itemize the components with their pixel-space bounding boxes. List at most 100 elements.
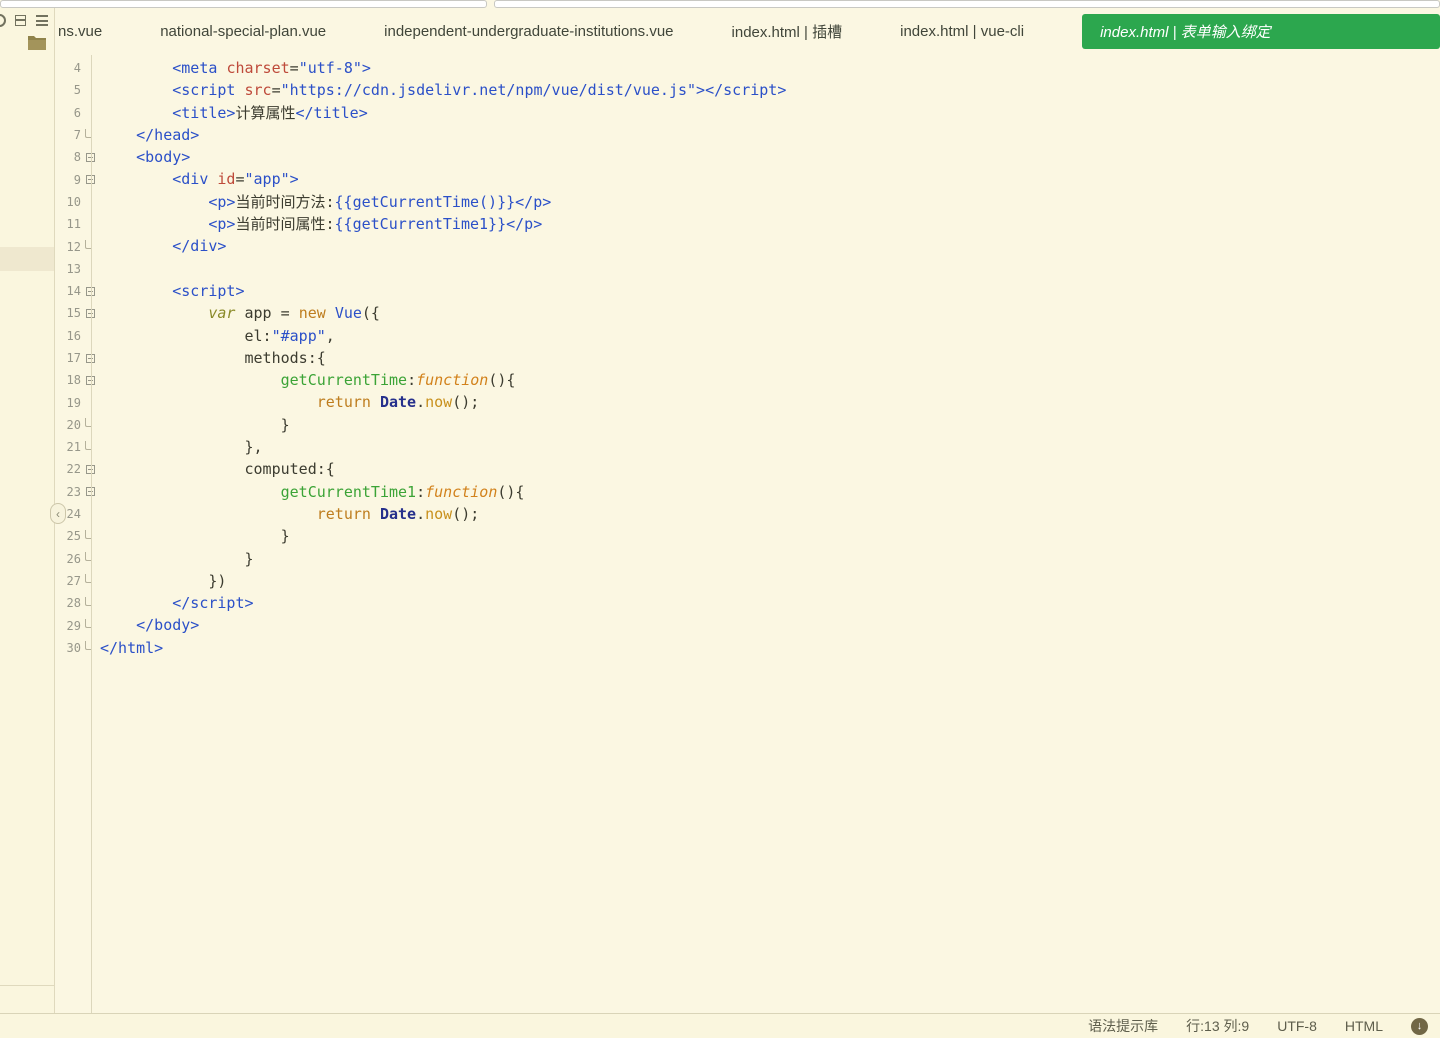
code-line[interactable]: 28 </script> <box>55 592 1440 614</box>
update-download-icon[interactable]: ↓ <box>1411 1017 1428 1035</box>
code-text: <body> <box>136 148 191 167</box>
line-number: 5 <box>73 83 81 98</box>
sidebar-selected-row[interactable] <box>0 247 54 271</box>
editor-tab-3[interactable]: index.html | 插槽 <box>732 21 843 42</box>
sidebar-divider <box>0 985 54 986</box>
code-text: return Date.now(); <box>316 393 480 412</box>
code-line[interactable]: 22 computed:{ <box>55 458 1440 480</box>
code-text: getCurrentTime:function(){ <box>280 371 516 390</box>
code-line[interactable]: 14 <script> <box>55 280 1440 302</box>
line-number: 15 <box>66 306 81 321</box>
gutter-separator-line <box>91 55 92 1013</box>
code-text: <meta charset="utf-8"> <box>172 59 371 77</box>
code-line[interactable]: 8 <body> <box>55 146 1440 168</box>
code-text: <div id="app"> <box>172 170 299 189</box>
cursor-position-status[interactable]: 行:13 列:9 <box>1186 1016 1249 1036</box>
code-text: } <box>100 527 290 546</box>
clipped-circle-icon[interactable] <box>0 14 6 27</box>
code-text: </script> <box>172 594 254 613</box>
code-line[interactable]: 20 } <box>55 414 1440 436</box>
code-line[interactable]: 9 <div id="app"> <box>55 168 1440 190</box>
code-text: }) <box>100 571 227 590</box>
syntax-library-status[interactable]: 语法提示库 <box>1088 1016 1158 1036</box>
line-number: 9 <box>73 172 81 187</box>
line-number: 16 <box>66 328 81 343</box>
editor-tab-1[interactable]: national-special-plan.vue <box>160 23 326 40</box>
code-text: } <box>100 549 254 568</box>
code-text: computed:{ <box>100 460 335 479</box>
line-number: 21 <box>66 440 81 455</box>
code-line[interactable]: 21 }, <box>55 436 1440 458</box>
line-number: 29 <box>66 618 81 633</box>
line-number: 12 <box>66 239 81 254</box>
sidebar-toolbar <box>0 12 55 34</box>
line-number: 20 <box>66 417 81 432</box>
line-number: 28 <box>66 596 81 611</box>
line-number: 30 <box>66 640 81 655</box>
language-mode-status[interactable]: HTML <box>1345 1018 1383 1034</box>
code-text: <p>当前时间属性:{{getCurrentTime1}}</p> <box>208 215 543 234</box>
code-line[interactable]: 25 } <box>55 525 1440 547</box>
line-number: 19 <box>66 395 81 410</box>
menu-icon[interactable] <box>36 15 48 26</box>
code-text: } <box>100 415 290 434</box>
code-line[interactable]: 18 getCurrentTime:function(){ <box>55 369 1440 391</box>
code-line[interactable]: 11 <p>当前时间属性:{{getCurrentTime1}}</p> <box>55 213 1440 235</box>
code-text: }, <box>100 438 263 457</box>
code-text: </html> <box>100 638 164 657</box>
code-text: <title>计算属性</title> <box>172 103 368 122</box>
line-number: 10 <box>66 194 81 209</box>
code-text: </div> <box>172 237 227 256</box>
code-text: el:"#app", <box>100 326 335 345</box>
top-strip-bar-right <box>494 0 1440 8</box>
status-bar: 语法提示库 行:13 列:9 UTF-8 HTML ↓ <box>0 1013 1440 1038</box>
line-number: 13 <box>66 261 81 276</box>
code-line[interactable]: 4 <meta charset="utf-8"> <box>55 57 1440 79</box>
encoding-status[interactable]: UTF-8 <box>1277 1018 1317 1034</box>
line-number: 11 <box>66 217 81 232</box>
code-line[interactable]: 6 <title>计算属性</title> <box>55 102 1440 124</box>
code-line[interactable]: 12 </div> <box>55 235 1440 257</box>
code-line[interactable]: 17 methods:{ <box>55 347 1440 369</box>
code-line[interactable]: 24 return Date.now(); <box>55 503 1440 525</box>
code-line[interactable]: 27 }) <box>55 570 1440 592</box>
code-text: </body> <box>136 616 200 635</box>
line-number: 25 <box>66 529 81 544</box>
code-line[interactable]: 29 </body> <box>55 614 1440 636</box>
editor-tab-0[interactable]: ns.vue <box>58 23 102 40</box>
panel-icon[interactable] <box>15 15 26 26</box>
code-text: getCurrentTime1:function(){ <box>280 482 525 501</box>
folder-icon[interactable] <box>27 34 47 56</box>
code-text: <p>当前时间方法:{{getCurrentTime()}}</p> <box>208 192 552 211</box>
line-number: 23 <box>66 484 81 499</box>
code-line[interactable]: 10 <p>当前时间方法:{{getCurrentTime()}}</p> <box>55 191 1440 213</box>
editor-tab-4[interactable]: index.html | vue-cli <box>900 23 1024 40</box>
editor-tab-5[interactable]: index.html | 表单输入绑定 <box>1082 14 1440 49</box>
sidebar <box>0 8 55 1013</box>
code-text: <script> <box>172 281 245 300</box>
code-text: </head> <box>136 125 200 144</box>
code-line[interactable]: 16 el:"#app", <box>55 325 1440 347</box>
top-strip <box>0 0 1440 8</box>
line-number: 26 <box>66 551 81 566</box>
editor-tab-2[interactable]: independent-undergraduate-institutions.v… <box>384 23 673 40</box>
code-line[interactable]: 26 } <box>55 548 1440 570</box>
code-editor[interactable]: 4 <meta charset="utf-8"> 5 <script src="h… <box>55 57 1440 1013</box>
code-line[interactable]: 15 var app = new Vue({ <box>55 302 1440 324</box>
tab-bar: ns.vue national-special-plan.vue independe… <box>55 8 1440 55</box>
code-line[interactable]: 23 getCurrentTime1:function(){ <box>55 481 1440 503</box>
line-number: 22 <box>66 462 81 477</box>
line-number: 17 <box>66 351 81 365</box>
code-line[interactable]: 19 return Date.now(); <box>55 391 1440 413</box>
code-text: methods:{ <box>100 348 326 367</box>
code-text: return Date.now(); <box>316 504 480 523</box>
code-line[interactable]: 7 </head> <box>55 124 1440 146</box>
code-line[interactable]: 13 <box>55 258 1440 280</box>
code-line[interactable]: 5 <script src="https://cdn.jsdelivr.net/… <box>55 79 1440 101</box>
code-line[interactable]: 30 </html> <box>55 637 1440 659</box>
line-number: 14 <box>66 284 81 299</box>
top-strip-bar-left <box>0 0 487 8</box>
line-number: 8 <box>73 150 81 165</box>
code-text: <script src="https://cdn.jsdelivr.net/np… <box>172 81 787 100</box>
sidebar-collapse-handle[interactable]: ‹ <box>50 503 66 524</box>
